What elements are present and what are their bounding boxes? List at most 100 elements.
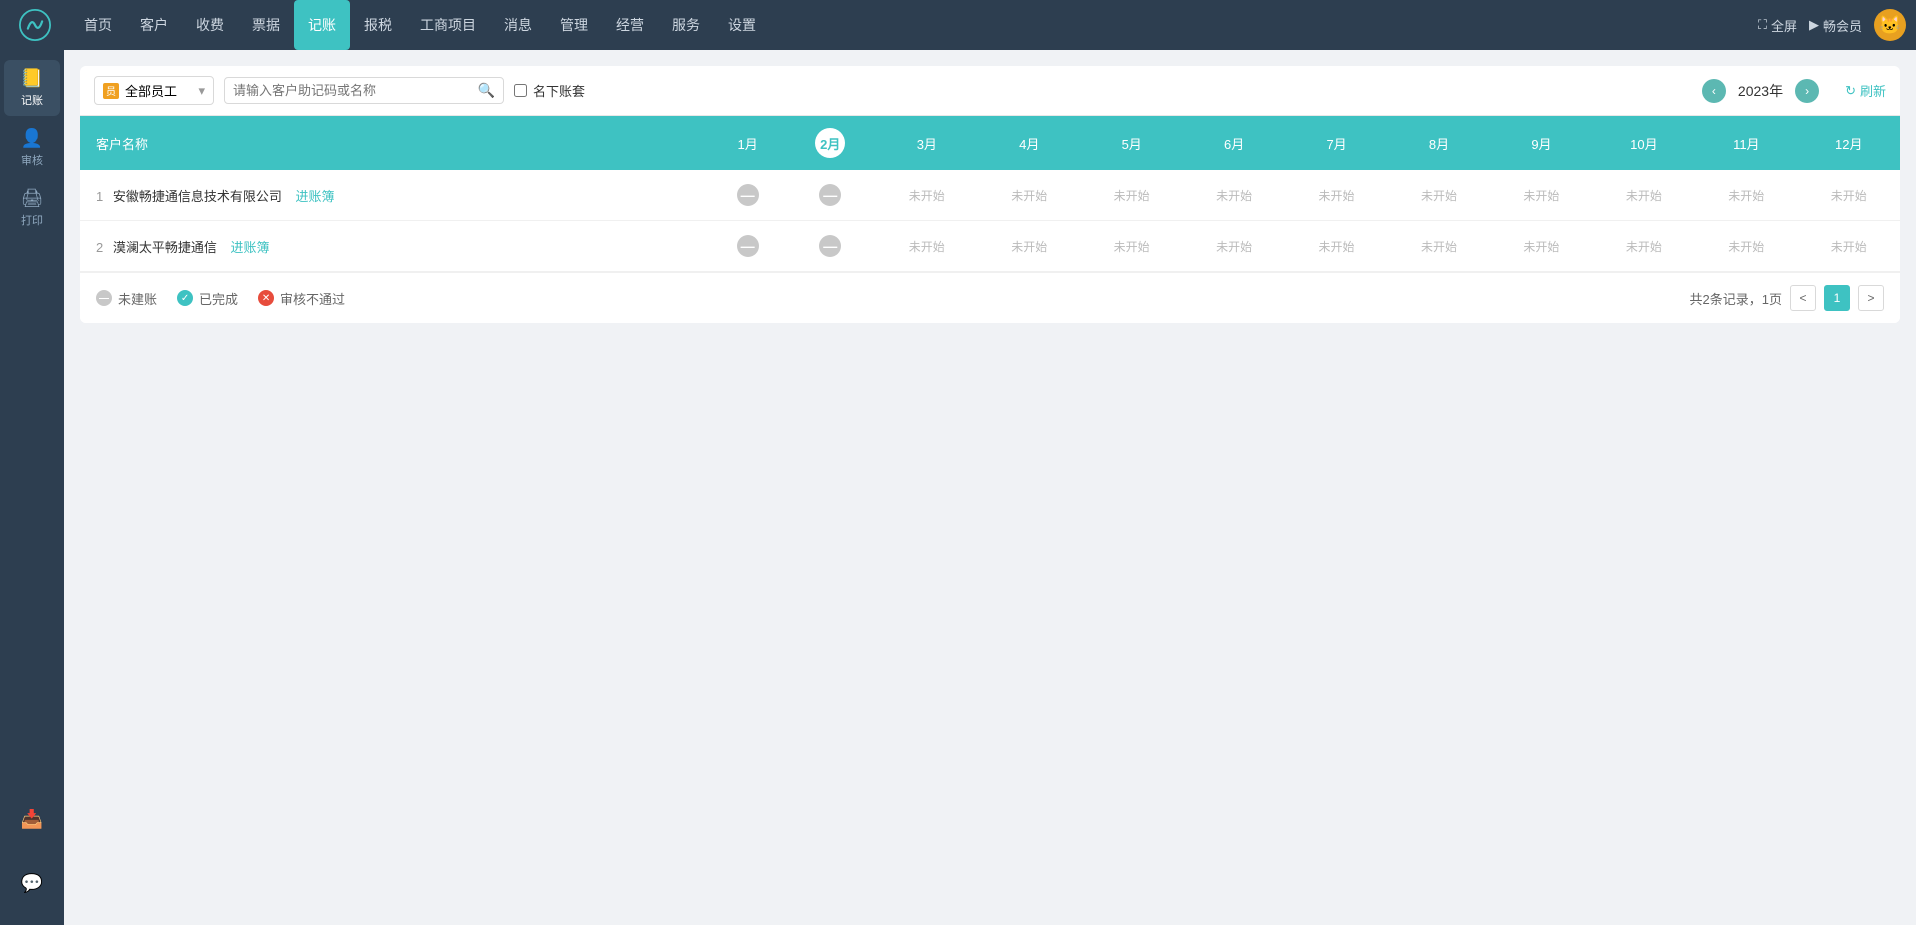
prev-page-button[interactable]: < bbox=[1790, 285, 1816, 311]
month-cell-1-11[interactable]: 未开始 bbox=[1798, 221, 1900, 272]
legend-check-icon: ✓ bbox=[177, 290, 193, 306]
month-cell-0-6[interactable]: 未开始 bbox=[1285, 170, 1387, 221]
col-header-dec: 12月 bbox=[1798, 116, 1900, 170]
month-cell-1-10[interactable]: 未开始 bbox=[1695, 221, 1797, 272]
month-cell-0-2[interactable]: 未开始 bbox=[876, 170, 978, 221]
month-cell-1-8[interactable]: 未开始 bbox=[1490, 221, 1592, 272]
sidebar-item-bookkeeping[interactable]: 📒 记账 bbox=[4, 60, 60, 116]
month-cell-1-7[interactable]: 未开始 bbox=[1388, 221, 1490, 272]
month-cell-0-1[interactable]: — bbox=[785, 170, 876, 221]
search-icon[interactable]: 🔍 bbox=[478, 82, 495, 99]
not-started-label: 未开始 bbox=[1114, 189, 1150, 203]
not-started-label: 未开始 bbox=[1319, 240, 1355, 254]
month-cell-0-11[interactable]: 未开始 bbox=[1798, 170, 1900, 221]
nav-settings[interactable]: 设置 bbox=[714, 0, 770, 50]
col-header-jun: 6月 bbox=[1183, 116, 1285, 170]
month-cell-1-4[interactable]: 未开始 bbox=[1080, 221, 1182, 272]
nav-business[interactable]: 工商项目 bbox=[406, 0, 490, 50]
nav-invoices[interactable]: 票据 bbox=[238, 0, 294, 50]
month-cell-1-5[interactable]: 未开始 bbox=[1183, 221, 1285, 272]
search-box: 🔍 bbox=[224, 77, 504, 104]
month-cell-1-9[interactable]: 未开始 bbox=[1593, 221, 1695, 272]
vip-button[interactable]: ▶ 畅会员 bbox=[1809, 16, 1862, 35]
not-started-label: 未开始 bbox=[1319, 189, 1355, 203]
page-1-button[interactable]: 1 bbox=[1824, 285, 1850, 311]
not-started-label: 未开始 bbox=[1421, 189, 1457, 203]
legend-dash-icon: — bbox=[96, 290, 112, 306]
sidebar-bottom: 📥 💬 bbox=[4, 791, 60, 925]
nav-items: 首页 客户 收费 票据 记账 报税 工商项目 消息 管理 经营 服务 设置 bbox=[70, 0, 1758, 50]
nav-operations[interactable]: 经营 bbox=[602, 0, 658, 50]
nav-services[interactable]: 服务 bbox=[658, 0, 714, 50]
nav-tax[interactable]: 报税 bbox=[350, 0, 406, 50]
refresh-icon: ↻ bbox=[1845, 83, 1856, 99]
nav-bookkeeping[interactable]: 记账 bbox=[294, 0, 350, 50]
month-cell-1-3[interactable]: 未开始 bbox=[978, 221, 1080, 272]
not-created-icon: — bbox=[819, 235, 841, 257]
sidebar-item-review[interactable]: 👤 审核 bbox=[4, 120, 60, 176]
toolbar: 员 全部员工 ▾ 🔍 名下账套 ‹ 2023年 › bbox=[80, 66, 1900, 116]
current-year: 2023年 bbox=[1738, 81, 1783, 101]
fullscreen-button[interactable]: ⛶ 全屏 bbox=[1758, 16, 1797, 35]
month-cell-0-10[interactable]: 未开始 bbox=[1695, 170, 1797, 221]
avatar[interactable]: 🐱 bbox=[1874, 9, 1906, 41]
legend-rejected: ✕ 审核不通过 bbox=[258, 289, 345, 308]
nav-manage[interactable]: 管理 bbox=[546, 0, 602, 50]
current-month-circle: 2月 bbox=[815, 128, 845, 158]
not-started-label: 未开始 bbox=[1831, 189, 1867, 203]
sidebar-item-bookkeeping-label: 记账 bbox=[21, 92, 43, 108]
client-num: 1 bbox=[96, 189, 103, 204]
total-records: 共2条记录，1页 bbox=[1690, 289, 1782, 308]
nav-clients[interactable]: 客户 bbox=[126, 0, 182, 50]
month-cell-0-8[interactable]: 未开始 bbox=[1490, 170, 1592, 221]
not-started-label: 未开始 bbox=[1216, 240, 1252, 254]
month-cell-0-7[interactable]: 未开始 bbox=[1388, 170, 1490, 221]
employee-icon: 员 bbox=[103, 83, 119, 99]
next-year-button[interactable]: › bbox=[1795, 79, 1819, 103]
chevron-down-icon: ▾ bbox=[198, 83, 205, 99]
not-started-label: 未开始 bbox=[909, 189, 945, 203]
not-started-label: 未开始 bbox=[1011, 189, 1047, 203]
refresh-button[interactable]: ↻ 刷新 bbox=[1845, 81, 1886, 100]
col-header-jan: 1月 bbox=[710, 116, 785, 170]
month-cell-1-2[interactable]: 未开始 bbox=[876, 221, 978, 272]
next-page-button[interactable]: > bbox=[1858, 285, 1884, 311]
chat-icon: 💬 bbox=[21, 873, 43, 894]
my-accounts-checkbox-label[interactable]: 名下账套 bbox=[514, 81, 585, 100]
month-cell-0-0[interactable]: — bbox=[710, 170, 785, 221]
not-started-label: 未开始 bbox=[1523, 240, 1559, 254]
legend: — 未建账 ✓ 已完成 ✕ 审核不通过 bbox=[96, 289, 345, 308]
col-header-feb: 2月 bbox=[785, 116, 876, 170]
client-name: 漠澜太平畅捷通信 bbox=[113, 240, 217, 255]
col-header-jul: 7月 bbox=[1285, 116, 1387, 170]
nav-home[interactable]: 首页 bbox=[70, 0, 126, 50]
pagination: 共2条记录，1页 < 1 > bbox=[1690, 285, 1884, 311]
not-started-label: 未开始 bbox=[1831, 240, 1867, 254]
sidebar-item-download[interactable]: 📥 bbox=[4, 791, 60, 847]
month-cell-0-9[interactable]: 未开始 bbox=[1593, 170, 1695, 221]
not-started-label: 未开始 bbox=[1728, 240, 1764, 254]
print-icon: 🖨 bbox=[21, 188, 44, 209]
month-cell-1-0[interactable]: — bbox=[710, 221, 785, 272]
prev-year-button[interactable]: ‹ bbox=[1702, 79, 1726, 103]
month-cell-0-4[interactable]: 未开始 bbox=[1080, 170, 1182, 221]
nav-messages[interactable]: 消息 bbox=[490, 0, 546, 50]
month-cell-0-5[interactable]: 未开始 bbox=[1183, 170, 1285, 221]
sidebar-item-print[interactable]: 🖨 打印 bbox=[4, 180, 60, 236]
not-created-icon: — bbox=[819, 184, 841, 206]
not-started-label: 未开始 bbox=[1421, 240, 1457, 254]
table-wrapper: 员 全部员工 ▾ 🔍 名下账套 ‹ 2023年 › bbox=[80, 66, 1900, 323]
col-header-sep: 9月 bbox=[1490, 116, 1592, 170]
not-started-label: 未开始 bbox=[1114, 240, 1150, 254]
enter-ledger-link[interactable]: 进账簿 bbox=[231, 240, 270, 255]
month-cell-1-1[interactable]: — bbox=[785, 221, 876, 272]
sidebar-item-chat[interactable]: 💬 bbox=[4, 855, 60, 911]
employee-select[interactable]: 员 全部员工 ▾ bbox=[94, 76, 214, 105]
month-cell-0-3[interactable]: 未开始 bbox=[978, 170, 1080, 221]
main-layout: 📒 记账 👤 审核 🖨 打印 📥 💬 员 全部员工 bbox=[0, 50, 1916, 925]
my-accounts-checkbox[interactable] bbox=[514, 84, 527, 97]
enter-ledger-link[interactable]: 进账簿 bbox=[296, 189, 335, 204]
nav-fees[interactable]: 收费 bbox=[182, 0, 238, 50]
search-input[interactable] bbox=[233, 83, 478, 98]
month-cell-1-6[interactable]: 未开始 bbox=[1285, 221, 1387, 272]
